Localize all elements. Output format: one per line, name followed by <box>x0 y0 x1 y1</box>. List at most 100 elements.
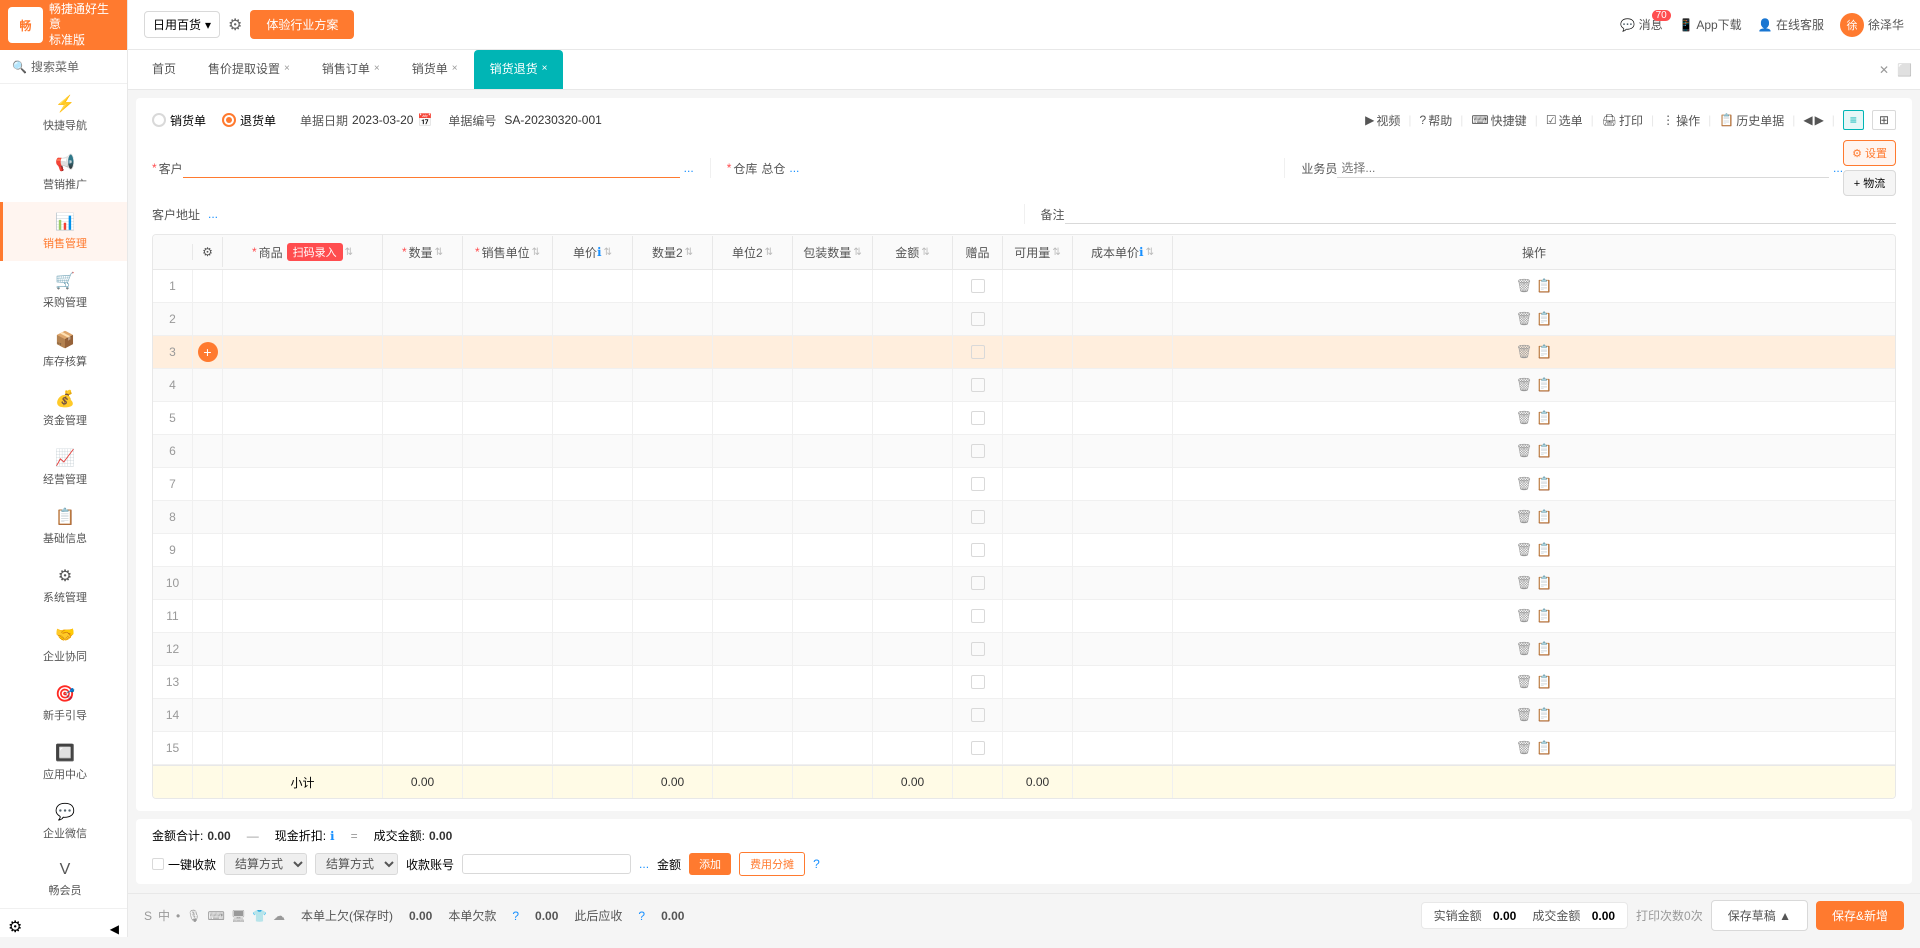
add-row-btn[interactable]: + <box>198 342 218 362</box>
row-pkg-10[interactable] <box>793 567 873 599</box>
row-qty-7[interactable] <box>383 468 463 500</box>
row-delete-11[interactable]: 🗑 <box>1516 608 1533 624</box>
row-unit2-10[interactable] <box>713 567 793 599</box>
sort-unit2-icon[interactable]: ⇅ <box>765 247 773 258</box>
row-unit2-5[interactable] <box>713 402 793 434</box>
row-unit-15[interactable] <box>463 732 553 764</box>
row-cost-8[interactable] <box>1073 501 1173 533</box>
gift-checkbox-13[interactable] <box>971 675 985 689</box>
row-qty-12[interactable] <box>383 633 463 665</box>
row-pkg-2[interactable] <box>793 303 873 335</box>
row-gift-5[interactable] <box>953 402 1003 434</box>
row-product-8[interactable] <box>223 501 383 533</box>
gift-checkbox-2[interactable] <box>971 312 985 326</box>
row-avail-7[interactable] <box>1003 468 1073 500</box>
sidebar-item-5[interactable]: 💰资金管理 <box>0 379 127 438</box>
row-copy-7[interactable]: 📋 <box>1536 476 1552 492</box>
row-delete-1[interactable]: 🗑 <box>1516 278 1533 294</box>
row-qty-3[interactable] <box>383 336 463 368</box>
row-pkg-4[interactable] <box>793 369 873 401</box>
row-price-1[interactable] <box>553 270 633 302</box>
shortcut-btn[interactable]: ⌨ 快捷键 <box>1471 112 1526 129</box>
topbar-settings-icon[interactable]: ⚙ <box>228 15 242 35</box>
row-delete-9[interactable]: 🗑 <box>1516 542 1533 558</box>
gift-checkbox-11[interactable] <box>971 609 985 623</box>
sidebar-item-6[interactable]: 📈经营管理 <box>0 438 127 497</box>
row-copy-8[interactable]: 📋 <box>1536 509 1552 525</box>
row-cost-15[interactable] <box>1073 732 1173 764</box>
tab-sale-order[interactable]: 销售订单 × <box>306 50 396 89</box>
row-unit-14[interactable] <box>463 699 553 731</box>
row-price-11[interactable] <box>553 600 633 632</box>
row-unit-10[interactable] <box>463 567 553 599</box>
row-cost-4[interactable] <box>1073 369 1173 401</box>
row-qty2-4[interactable] <box>633 369 713 401</box>
row-product-10[interactable] <box>223 567 383 599</box>
sidebar-item-11[interactable]: 🔲应用中心 <box>0 733 127 792</box>
row-delete-6[interactable]: 🗑 <box>1516 443 1533 459</box>
row-gift-7[interactable] <box>953 468 1003 500</box>
row-price-15[interactable] <box>553 732 633 764</box>
tab-order-close[interactable]: × <box>374 63 380 74</box>
sort-avail-icon[interactable]: ⇅ <box>1052 247 1060 258</box>
row-cost-7[interactable] <box>1073 468 1173 500</box>
row-unit-2[interactable] <box>463 303 553 335</box>
row-pkg-15[interactable] <box>793 732 873 764</box>
row-gift-10[interactable] <box>953 567 1003 599</box>
row-amount-15[interactable] <box>873 732 953 764</box>
gift-checkbox-1[interactable] <box>971 279 985 293</box>
row-qty-2[interactable] <box>383 303 463 335</box>
calc-method-select[interactable]: 结算方式 <box>315 853 398 875</box>
row-unit2-3[interactable] <box>713 336 793 368</box>
customer-input[interactable] <box>183 159 680 178</box>
app-download-btn[interactable]: 📱 App下载 <box>1679 16 1742 33</box>
print-btn[interactable]: 🖨 打印 <box>1602 112 1643 129</box>
row-unit2-13[interactable] <box>713 666 793 698</box>
row-unit2-7[interactable] <box>713 468 793 500</box>
remark-input[interactable] <box>1065 205 1896 224</box>
collapse-icon[interactable]: ◀ <box>110 922 119 936</box>
row-cost-10[interactable] <box>1073 567 1173 599</box>
row-cost-14[interactable] <box>1073 699 1173 731</box>
row-unit2-1[interactable] <box>713 270 793 302</box>
add-btn[interactable]: 添加 <box>689 853 731 875</box>
row-price-13[interactable] <box>553 666 633 698</box>
sort-cost-icon[interactable]: ⇅ <box>1146 247 1154 258</box>
tab-home[interactable]: 首页 <box>136 50 192 89</box>
row-gift-11[interactable] <box>953 600 1003 632</box>
row-gift-2[interactable] <box>953 303 1003 335</box>
row-gift-6[interactable] <box>953 435 1003 467</box>
row-price-3[interactable] <box>553 336 633 368</box>
gift-checkbox-10[interactable] <box>971 576 985 590</box>
row-copy-3[interactable]: 📋 <box>1536 344 1552 360</box>
row-pkg-3[interactable] <box>793 336 873 368</box>
sidebar-item-12[interactable]: 💬企业微信 <box>0 792 127 851</box>
row-cost-1[interactable] <box>1073 270 1173 302</box>
row-pkg-13[interactable] <box>793 666 873 698</box>
row-cost-5[interactable] <box>1073 402 1173 434</box>
video-btn[interactable]: ▶ 视频 <box>1365 112 1400 129</box>
row-cost-6[interactable] <box>1073 435 1173 467</box>
history-btn[interactable]: 📋 历史单据 <box>1719 112 1784 129</box>
row-unit2-14[interactable] <box>713 699 793 731</box>
row-gift-9[interactable] <box>953 534 1003 566</box>
row-unit-8[interactable] <box>463 501 553 533</box>
row-price-7[interactable] <box>553 468 633 500</box>
row-amount-6[interactable] <box>873 435 953 467</box>
row-qty2-15[interactable] <box>633 732 713 764</box>
row-unit-1[interactable] <box>463 270 553 302</box>
row-cost-2[interactable] <box>1073 303 1173 335</box>
row-copy-2[interactable]: 📋 <box>1536 311 1552 327</box>
row-avail-8[interactable] <box>1003 501 1073 533</box>
search-menu-item[interactable]: 🔍 搜索菜单 <box>0 50 127 84</box>
row-amount-12[interactable] <box>873 633 953 665</box>
radio-return[interactable]: 退货单 <box>222 112 276 129</box>
row-amount-2[interactable] <box>873 303 953 335</box>
operate-btn[interactable]: ⋮ 操作 <box>1662 112 1700 129</box>
row-avail-14[interactable] <box>1003 699 1073 731</box>
gear-icon[interactable]: ⚙ <box>202 245 213 259</box>
row-qty-9[interactable] <box>383 534 463 566</box>
row-copy-4[interactable]: 📋 <box>1536 377 1552 393</box>
scan-btn[interactable]: 扫码录入 <box>287 243 343 261</box>
row-qty-11[interactable] <box>383 600 463 632</box>
